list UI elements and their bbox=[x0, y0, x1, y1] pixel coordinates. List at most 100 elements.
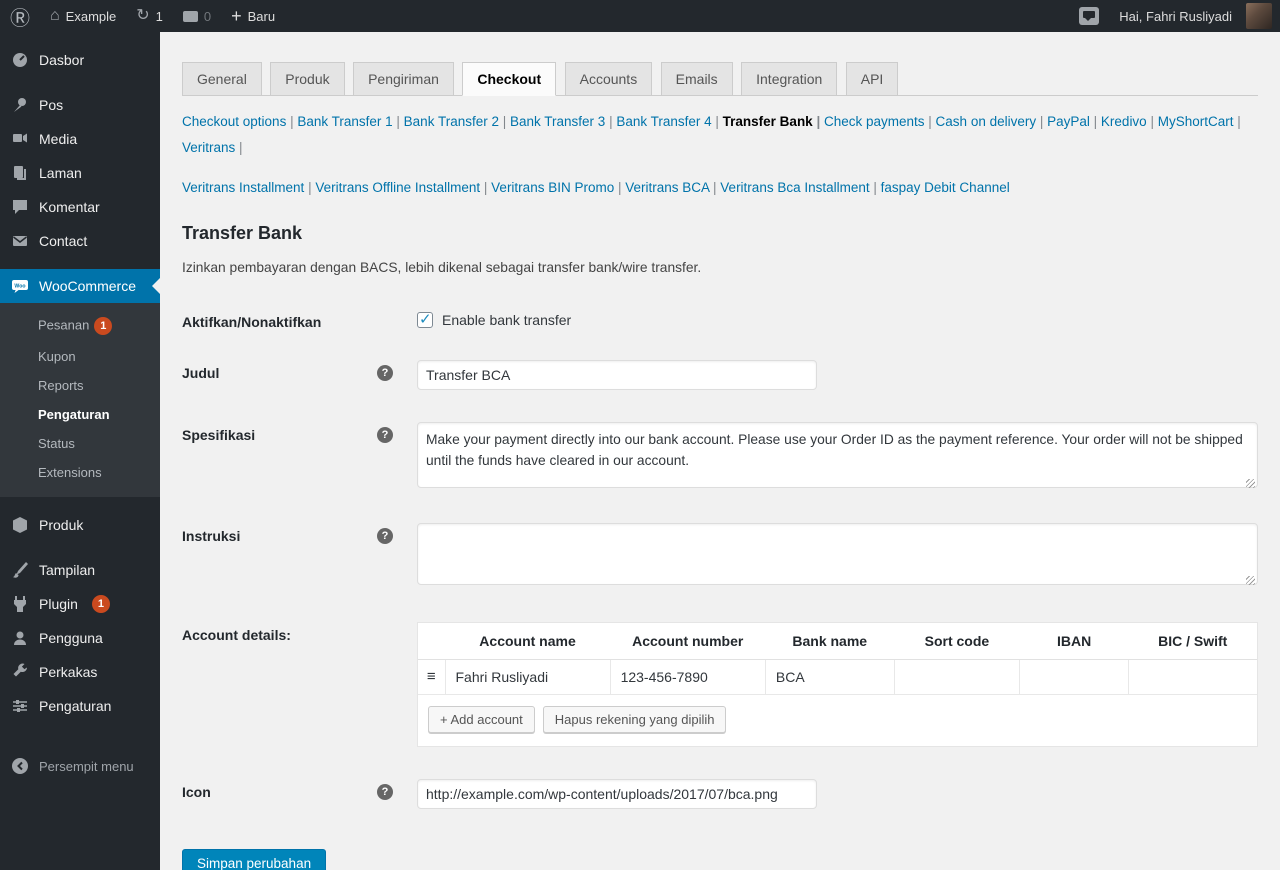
sidebar-item-comments[interactable]: Komentar bbox=[0, 190, 160, 224]
tab-shipping[interactable]: Pengiriman bbox=[353, 62, 454, 95]
link-faspay-debit-channel[interactable]: faspay Debit Channel bbox=[881, 180, 1010, 195]
column-iban: IBAN bbox=[1019, 622, 1129, 660]
column-bank-name: Bank name bbox=[765, 622, 895, 660]
instructions-textarea[interactable] bbox=[417, 522, 1258, 585]
title-row: Judul bbox=[182, 359, 1258, 390]
submenu-item-status[interactable]: Status bbox=[0, 429, 160, 458]
site-name-label: Example bbox=[65, 8, 117, 24]
tab-products[interactable]: Produk bbox=[270, 62, 345, 95]
sidebar-item-settings[interactable]: Pengaturan bbox=[0, 689, 160, 723]
screen-notification-button[interactable] bbox=[1069, 0, 1109, 32]
checkout-section-links-row2: Veritrans Installment Veritrans Offline … bbox=[182, 175, 1258, 201]
link-veritrans-installment[interactable]: Veritrans Installment bbox=[182, 180, 315, 195]
icon-url-input[interactable] bbox=[417, 778, 817, 809]
comments-link[interactable]: 0 bbox=[173, 0, 221, 32]
description-textarea[interactable]: Make your payment directly into our bank… bbox=[417, 421, 1258, 488]
description-help-icon[interactable] bbox=[377, 426, 393, 443]
link-veritrans-offline-installment[interactable]: Veritrans Offline Installment bbox=[315, 180, 491, 195]
resize-handle[interactable] bbox=[1246, 478, 1255, 488]
updates-link[interactable]: ↻ 1 bbox=[126, 0, 173, 32]
title-label: Judul bbox=[182, 364, 220, 381]
collapse-menu-button[interactable]: Persempit menu bbox=[0, 749, 160, 783]
update-icon: ↻ bbox=[136, 7, 150, 24]
submenu-item-coupons[interactable]: Kupon bbox=[0, 342, 160, 371]
sidebar-item-plugins[interactable]: Plugin 1 bbox=[0, 587, 160, 621]
submenu-item-orders[interactable]: Pesanan 1 bbox=[0, 310, 160, 342]
remove-selected-accounts-button[interactable]: Hapus rekening yang dipilih bbox=[542, 705, 727, 733]
link-bank-transfer-2[interactable]: Bank Transfer 2 bbox=[404, 114, 510, 129]
sidebar-item-posts[interactable]: Pos bbox=[0, 88, 160, 122]
link-transfer-bank-current: Transfer Bank bbox=[723, 114, 824, 129]
envelope-icon bbox=[13, 236, 27, 246]
link-check-payments[interactable]: Check payments bbox=[824, 114, 936, 129]
account-menu[interactable]: Hai, Fahri Rusliyadi bbox=[1109, 0, 1280, 32]
wordpress-logo-button[interactable]: Ⓡ bbox=[0, 0, 40, 32]
dashboard-icon bbox=[13, 53, 27, 67]
iban-cell[interactable] bbox=[1019, 658, 1129, 695]
title-help-icon[interactable] bbox=[377, 364, 393, 381]
sidebar-item-pages[interactable]: Laman bbox=[0, 156, 160, 190]
sidebar-item-appearance[interactable]: Tampilan bbox=[0, 553, 160, 587]
bic-swift-cell[interactable] bbox=[1128, 658, 1257, 695]
brush-icon bbox=[13, 562, 28, 578]
link-veritrans-bca-installment[interactable]: Veritrans Bca Installment bbox=[720, 180, 880, 195]
media-icon bbox=[13, 133, 27, 143]
admin-bar: Ⓡ ⌂ Example ↻ 1 0 + Baru Hai, Fahri Rusl… bbox=[0, 0, 1280, 32]
sort-code-cell[interactable] bbox=[894, 658, 1021, 695]
box-icon bbox=[13, 517, 27, 533]
link-veritrans-bin-promo[interactable]: Veritrans BIN Promo bbox=[491, 180, 625, 195]
site-name-link[interactable]: ⌂ Example bbox=[40, 0, 126, 32]
sidebar-item-users[interactable]: Pengguna bbox=[0, 621, 160, 655]
submenu-item-settings[interactable]: Pengaturan bbox=[0, 400, 160, 429]
instructions-label: Instruksi bbox=[182, 527, 241, 544]
icon-help-icon[interactable] bbox=[377, 783, 393, 800]
settings-tabs: General Produk Pengiriman Checkout Accou… bbox=[182, 62, 1258, 96]
submenu-item-extensions[interactable]: Extensions bbox=[0, 458, 160, 487]
new-content-link[interactable]: + Baru bbox=[221, 0, 285, 32]
instructions-help-icon[interactable] bbox=[377, 527, 393, 544]
link-paypal[interactable]: PayPal bbox=[1047, 114, 1101, 129]
link-bank-transfer-3[interactable]: Bank Transfer 3 bbox=[510, 114, 616, 129]
sidebar-item-products[interactable]: Produk bbox=[0, 508, 160, 542]
link-myshortcart[interactable]: MyShortCart bbox=[1158, 114, 1241, 129]
link-veritrans-bca[interactable]: Veritrans BCA bbox=[625, 180, 720, 195]
tab-emails[interactable]: Emails bbox=[660, 62, 733, 95]
link-checkout-options[interactable]: Checkout options bbox=[182, 114, 297, 129]
wordpress-logo-icon: Ⓡ bbox=[10, 7, 30, 30]
title-input[interactable] bbox=[417, 359, 817, 390]
link-kredivo[interactable]: Kredivo bbox=[1101, 114, 1158, 129]
page-description: Izinkan pembayaran dengan BACS, lebih di… bbox=[182, 259, 702, 275]
tab-api[interactable]: API bbox=[845, 62, 899, 95]
bank-name-cell[interactable]: BCA bbox=[765, 658, 895, 695]
link-veritrans[interactable]: Veritrans bbox=[182, 140, 243, 155]
sidebar-item-dashboard[interactable]: Dasbor bbox=[0, 43, 160, 77]
sidebar-item-woocommerce[interactable]: Woo WooCommerce bbox=[0, 269, 160, 303]
account-name-cell[interactable]: Fahri Rusliyadi bbox=[445, 658, 611, 695]
tab-integration[interactable]: Integration bbox=[741, 62, 838, 95]
sidebar-item-tools[interactable]: Perkakas bbox=[0, 655, 160, 689]
sidebar: Dasbor Pos Media Laman Komentar Contact … bbox=[0, 32, 160, 870]
screen-bubble-icon bbox=[1079, 7, 1100, 25]
add-account-button[interactable]: + Add account bbox=[428, 705, 535, 733]
plug-icon bbox=[14, 596, 26, 612]
link-bank-transfer-1[interactable]: Bank Transfer 1 bbox=[297, 114, 403, 129]
avatar bbox=[1246, 3, 1272, 29]
sidebar-item-contact[interactable]: Contact bbox=[0, 224, 160, 258]
main-content: Bantuan ▼ General Produk Pengiriman Chec… bbox=[160, 0, 1280, 870]
pages-icon bbox=[14, 166, 26, 180]
resize-handle[interactable] bbox=[1246, 575, 1255, 585]
link-cash-on-delivery[interactable]: Cash on delivery bbox=[936, 114, 1048, 129]
drag-handle-icon[interactable]: ≡ bbox=[418, 658, 446, 695]
submenu-item-reports[interactable]: Reports bbox=[0, 371, 160, 400]
tab-accounts[interactable]: Accounts bbox=[564, 62, 653, 95]
account-number-cell[interactable]: 123-456-7890 bbox=[610, 658, 766, 695]
collapse-arrow-icon bbox=[12, 758, 28, 774]
link-bank-transfer-4[interactable]: Bank Transfer 4 bbox=[616, 114, 722, 129]
tab-general[interactable]: General bbox=[182, 62, 262, 95]
save-changes-button[interactable]: Simpan perubahan bbox=[182, 848, 327, 870]
pin-icon bbox=[14, 98, 26, 112]
enable-checkbox[interactable] bbox=[417, 310, 433, 328]
sidebar-item-media[interactable]: Media bbox=[0, 122, 160, 156]
tab-checkout[interactable]: Checkout bbox=[462, 62, 557, 96]
column-account-number: Account number bbox=[610, 622, 766, 660]
